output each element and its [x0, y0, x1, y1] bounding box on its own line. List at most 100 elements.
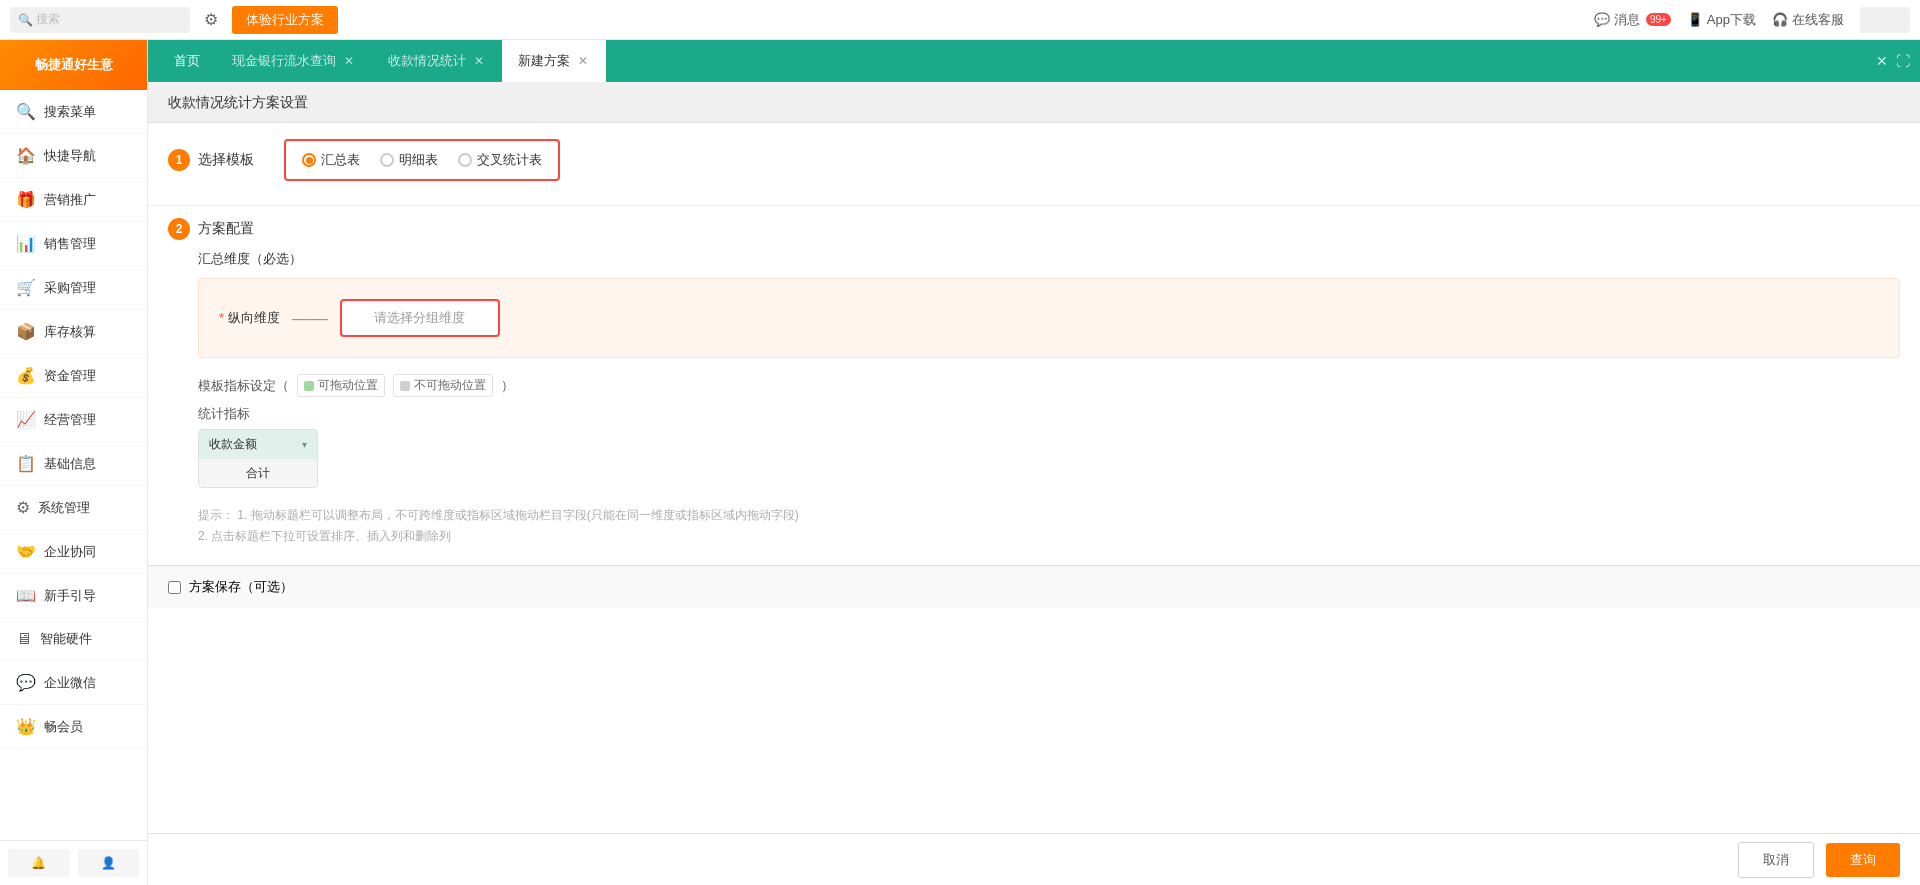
- search-placeholder: 搜索: [36, 11, 60, 28]
- metric-tables-area: 统计指标 收款金额 ▾ 合计: [198, 405, 1900, 491]
- content-area: 首页 现金银行流水查询 ✕ 收款情况统计 ✕ 新建方案 ✕ ✕ ⛶: [148, 40, 1920, 885]
- tab-expand-icon[interactable]: ⛶: [1896, 53, 1910, 69]
- step1-title: 选择模板: [198, 151, 254, 169]
- stats-label-area: 统计指标 收款金额 ▾ 合计: [198, 405, 318, 491]
- basic-icon: 📋: [16, 454, 36, 473]
- radio-detail[interactable]: 明细表: [380, 151, 438, 169]
- sidebar-item-hardware[interactable]: 🖥 智能硬件: [0, 618, 147, 661]
- sidebar-label-system: 系统管理: [38, 499, 90, 517]
- service-icon: 🎧: [1772, 12, 1788, 27]
- sidebar-item-search[interactable]: 🔍 搜索菜单: [0, 90, 147, 134]
- sidebar-item-inventory[interactable]: 📦 库存核算: [0, 310, 147, 354]
- sidebar-bottom-btn1[interactable]: 🔔: [8, 849, 70, 877]
- vertical-label-text: 纵向维度: [228, 310, 280, 325]
- member-icon: 👑: [16, 717, 36, 736]
- user-avatar[interactable]: [1860, 7, 1910, 33]
- sidebar-item-marketing[interactable]: 🎁 营销推广: [0, 178, 147, 222]
- sidebar-item-guide[interactable]: 📖 新手引导: [0, 574, 147, 618]
- message-label: 消息: [1614, 11, 1640, 29]
- radio-summary[interactable]: 汇总表: [302, 151, 360, 169]
- message-item[interactable]: 💬 消息 99+: [1594, 11, 1671, 29]
- industry-button[interactable]: 体验行业方案: [232, 6, 338, 34]
- tab-receipts-label: 收款情况统计: [388, 52, 466, 70]
- save-option: 方案保存（可选）: [148, 565, 1920, 608]
- sidebar-item-sales[interactable]: 📊 销售管理: [0, 222, 147, 266]
- sidebar-item-home[interactable]: 🏠 快捷导航: [0, 134, 147, 178]
- sidebar-item-collab[interactable]: 🤝 企业协同: [0, 530, 147, 574]
- download-label: App下载: [1707, 11, 1756, 29]
- query-button[interactable]: 查询: [1826, 843, 1900, 877]
- download-item[interactable]: 📱 App下载: [1687, 11, 1756, 29]
- wechat-icon: 💬: [16, 673, 36, 692]
- stats-area-label: 统计指标: [198, 405, 318, 423]
- sidebar-label-home: 快捷导航: [44, 147, 96, 165]
- sidebar-item-purchase[interactable]: 🛒 采购管理: [0, 266, 147, 310]
- tab-newplan-close[interactable]: ✕: [576, 52, 590, 70]
- step2-title: 方案配置: [198, 220, 254, 238]
- sidebar-bottom-btn2[interactable]: 👤: [78, 849, 140, 877]
- top-bar: 🔍 搜索 ⚙ 体验行业方案 💬 消息 99+ 📱 App下载 🎧 在线客服: [0, 0, 1920, 40]
- tip-2: 2. 点击标题栏下拉可设置排序、插入列和删除列: [198, 528, 1900, 545]
- system-icon: ⚙: [16, 498, 30, 517]
- service-item[interactable]: 🎧 在线客服: [1772, 11, 1844, 29]
- sidebar-item-basic[interactable]: 📋 基础信息: [0, 442, 147, 486]
- search-icon: 🔍: [18, 13, 33, 27]
- save-checkbox-label[interactable]: 方案保存（可选）: [189, 578, 293, 596]
- dim-select-button[interactable]: 请选择分组维度: [340, 299, 500, 337]
- tab-cashflow-close[interactable]: ✕: [342, 52, 356, 70]
- tip-1: 提示： 1. 拖动标题栏可以调整布局，不可跨维度或指标区域拖动栏目字段(只能在同…: [198, 507, 1900, 524]
- immovable-tag: 不可拖动位置: [393, 374, 493, 397]
- sidebar-item-member[interactable]: 👑 畅会员: [0, 705, 147, 749]
- logo-text: 畅捷通好生意: [35, 56, 113, 74]
- sidebar-label-hardware: 智能硬件: [40, 630, 92, 648]
- page-inner: 收款情况统计方案设置 1 选择模板 汇总表: [148, 82, 1920, 833]
- bottom-bar: 取消 查询: [148, 833, 1920, 885]
- finance-icon: 💰: [16, 366, 36, 385]
- metric-config: 模板指标设定（ 可拖动位置 不可拖动位置 ）: [198, 374, 1900, 491]
- radio-cross-circle: [458, 153, 472, 167]
- message-badge: 99+: [1646, 13, 1671, 26]
- required-star: *: [219, 310, 224, 325]
- save-checkbox[interactable]: [168, 581, 181, 594]
- sidebar-logo: 畅捷通好生意: [0, 40, 147, 90]
- radio-detail-label: 明细表: [399, 151, 438, 169]
- sidebar-item-management[interactable]: 📈 经营管理: [0, 398, 147, 442]
- management-icon: 📈: [16, 410, 36, 429]
- inventory-icon: 📦: [16, 322, 36, 341]
- tab-cashflow[interactable]: 现金银行流水查询 ✕: [216, 40, 372, 82]
- step1-row: 1 选择模板 汇总表 明细表: [168, 139, 1900, 181]
- tab-close-icon[interactable]: ✕: [1876, 53, 1888, 69]
- sidebar-label-guide: 新手引导: [44, 587, 96, 605]
- tab-newplan[interactable]: 新建方案 ✕: [502, 40, 606, 82]
- vertical-label: * 纵向维度: [219, 309, 280, 327]
- sidebar-label-sales: 销售管理: [44, 235, 96, 253]
- tab-cashflow-label: 现金银行流水查询: [232, 52, 336, 70]
- tab-home[interactable]: 首页: [158, 40, 216, 82]
- tips-section: 提示： 1. 拖动标题栏可以调整布局，不可跨维度或指标区域拖动栏目字段(只能在同…: [198, 507, 1900, 545]
- main-layout: 畅捷通好生意 🔍 搜索菜单 🏠 快捷导航 🎁 营销推广 📊 销售管理 🛒 采购管…: [0, 40, 1920, 885]
- metric-header-text: 收款金额: [209, 436, 257, 453]
- cancel-button[interactable]: 取消: [1738, 842, 1814, 878]
- radio-cross-label: 交叉统计表: [477, 151, 542, 169]
- search-bar[interactable]: 🔍 搜索: [10, 7, 190, 33]
- sidebar-item-finance[interactable]: 💰 资金管理: [0, 354, 147, 398]
- sidebar-label-inventory: 库存核算: [44, 323, 96, 341]
- movable-label: 可拖动位置: [318, 377, 378, 394]
- marketing-icon: 🎁: [16, 190, 36, 209]
- sidebar-item-system[interactable]: ⚙ 系统管理: [0, 486, 147, 530]
- gear-button[interactable]: ⚙: [198, 7, 224, 33]
- immovable-dot-icon: [400, 381, 410, 391]
- metric-table: 收款金额 ▾ 合计: [198, 429, 318, 488]
- chevron-down-icon[interactable]: ▾: [302, 439, 307, 450]
- download-icon: 📱: [1687, 12, 1703, 27]
- movable-dot-icon: [304, 381, 314, 391]
- tab-receipts[interactable]: 收款情况统计 ✕: [372, 40, 502, 82]
- sidebar-item-wechat[interactable]: 💬 企业微信: [0, 661, 147, 705]
- radio-cross[interactable]: 交叉统计表: [458, 151, 542, 169]
- top-bar-right: 💬 消息 99+ 📱 App下载 🎧 在线客服: [1594, 7, 1910, 33]
- radio-summary-label: 汇总表: [321, 151, 360, 169]
- sidebar-label-wechat: 企业微信: [44, 674, 96, 692]
- collab-icon: 🤝: [16, 542, 36, 561]
- tab-receipts-close[interactable]: ✕: [472, 52, 486, 70]
- guide-icon: 📖: [16, 586, 36, 605]
